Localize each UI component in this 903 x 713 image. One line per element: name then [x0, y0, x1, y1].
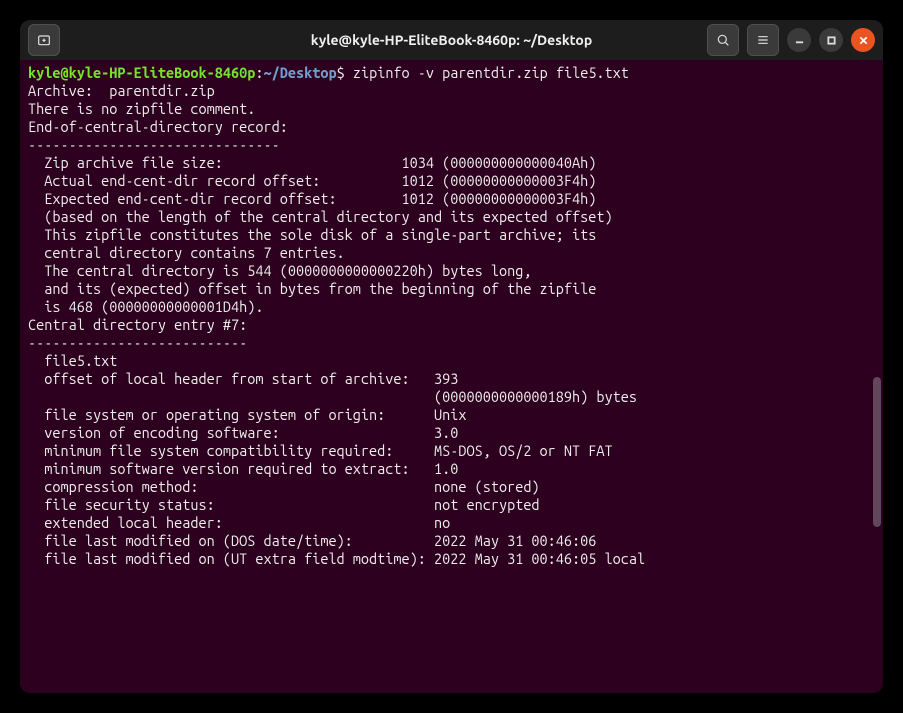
close-icon — [859, 36, 868, 45]
titlebar: kyle@kyle-HP-EliteBook-8460p: ~/Desktop — [20, 20, 883, 60]
output-line: compression method: none (stored) — [28, 478, 875, 496]
prompt-colon: : — [255, 64, 263, 81]
output-line: End-of-central-directory record: — [28, 118, 875, 136]
output-line: and its (expected) offset in bytes from … — [28, 280, 875, 298]
output-line: minimum software version required to ext… — [28, 460, 875, 478]
output-line: file last modified on (UT extra field mo… — [28, 550, 875, 568]
output-line: Expected end-cent-dir record offset: 101… — [28, 190, 875, 208]
prompt-dollar: $ — [337, 64, 345, 81]
prompt-path: ~/Desktop — [264, 64, 337, 81]
prompt-at: @ — [60, 64, 68, 81]
output-line: (based on the length of the central dire… — [28, 208, 875, 226]
maximize-icon — [827, 36, 836, 45]
search-button[interactable] — [707, 24, 739, 56]
output-line: This zipfile constitutes the sole disk o… — [28, 226, 875, 244]
command-text: zipinfo -v parentdir.zip file5.txt — [345, 64, 629, 81]
output-line: version of encoding software: 3.0 — [28, 424, 875, 442]
output-line: file system or operating system of origi… — [28, 406, 875, 424]
search-icon — [715, 32, 731, 48]
terminal-body[interactable]: kyle@kyle-HP-EliteBook-8460p:~/Desktop$ … — [20, 60, 883, 693]
output-line: file last modified on (DOS date/time): 2… — [28, 532, 875, 550]
scrollbar-thumb[interactable] — [873, 377, 881, 527]
output-line: The central directory is 544 (0000000000… — [28, 262, 875, 280]
output-line: --------------------------- — [28, 334, 875, 352]
hamburger-icon — [755, 32, 771, 48]
output-line: file5.txt — [28, 352, 875, 370]
new-tab-button[interactable] — [28, 24, 60, 56]
prompt-host: kyle-HP-EliteBook-8460p — [69, 64, 256, 81]
output-line: minimum file system compatibility requir… — [28, 442, 875, 460]
close-button[interactable] — [851, 28, 875, 52]
output-line: There is no zipfile comment. — [28, 100, 875, 118]
prompt-line: kyle@kyle-HP-EliteBook-8460p:~/Desktop$ … — [28, 64, 875, 82]
output-line: Actual end-cent-dir record offset: 1012 … — [28, 172, 875, 190]
output-line: (0000000000000189h) bytes — [28, 388, 875, 406]
terminal-window: kyle@kyle-HP-EliteBook-8460p: ~/Desktop — [20, 20, 883, 693]
output-line: file security status: not encrypted — [28, 496, 875, 514]
output-line: Archive: parentdir.zip — [28, 82, 875, 100]
window-title: kyle@kyle-HP-EliteBook-8460p: ~/Desktop — [311, 32, 593, 48]
menu-button[interactable] — [747, 24, 779, 56]
output-line: ------------------------------- — [28, 136, 875, 154]
minimize-button[interactable] — [787, 28, 811, 52]
prompt-user: kyle — [28, 64, 60, 81]
output-line: is 468 (00000000000001D4h). — [28, 298, 875, 316]
maximize-button[interactable] — [819, 28, 843, 52]
minimize-icon — [795, 36, 804, 45]
output-line: Zip archive file size: 1034 (00000000000… — [28, 154, 875, 172]
output-line: central directory contains 7 entries. — [28, 244, 875, 262]
output-line: Central directory entry #7: — [28, 316, 875, 334]
tab-plus-icon — [36, 32, 52, 48]
output-line: extended local header: no — [28, 514, 875, 532]
output-line: offset of local header from start of arc… — [28, 370, 875, 388]
